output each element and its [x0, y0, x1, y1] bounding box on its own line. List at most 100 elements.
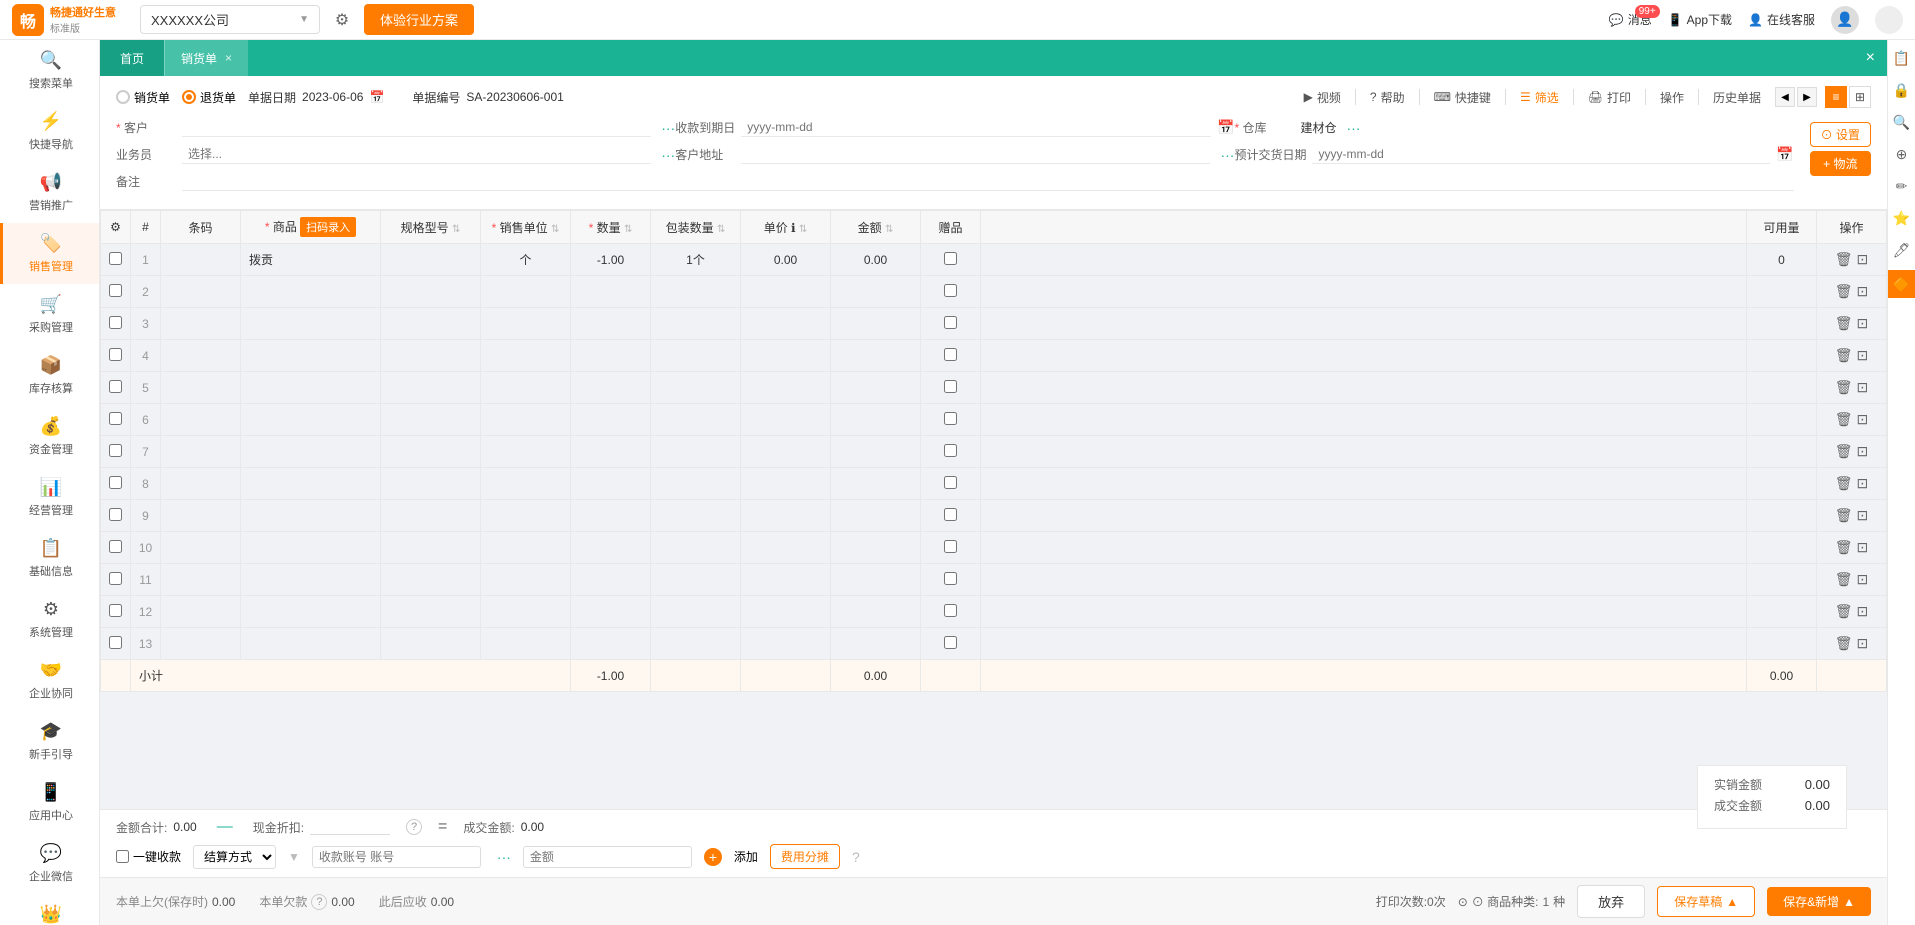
row-unit-price[interactable]: 0.00: [741, 244, 831, 276]
row-product[interactable]: [241, 468, 381, 500]
row-delete-icon[interactable]: 🗑: [1835, 315, 1853, 332]
row-copy-icon[interactable]: ⊡: [1857, 507, 1869, 524]
row-settings-cb[interactable]: [109, 604, 122, 617]
row-copy-icon[interactable]: ⊡: [1857, 571, 1869, 588]
row-spec[interactable]: [381, 276, 481, 308]
row-qty[interactable]: [571, 596, 651, 628]
row-barcode[interactable]: [161, 244, 241, 276]
row-unit-price[interactable]: [741, 500, 831, 532]
sidebar-item-appstore[interactable]: 📱 应用中心: [0, 772, 99, 833]
row-settings-cb[interactable]: [109, 508, 122, 521]
row-gift-cb[interactable]: [944, 572, 957, 585]
row-qty[interactable]: [571, 532, 651, 564]
row-settings-cb[interactable]: [109, 252, 122, 265]
row-pkg-qty[interactable]: [651, 276, 741, 308]
row-gift-cb[interactable]: [944, 284, 957, 297]
row-spec[interactable]: [381, 596, 481, 628]
row-barcode[interactable]: [161, 596, 241, 628]
row-product[interactable]: [241, 596, 381, 628]
row-unit[interactable]: [481, 308, 571, 340]
row-copy-icon[interactable]: ⊡: [1857, 411, 1869, 428]
row-spec[interactable]: [381, 628, 481, 660]
row-unit-price[interactable]: [741, 308, 831, 340]
row-desc[interactable]: [981, 244, 1747, 276]
row-amount[interactable]: [831, 404, 921, 436]
float-btn-2[interactable]: 🔒: [1890, 78, 1914, 102]
salesperson-input[interactable]: [182, 145, 651, 164]
row-pkg-qty[interactable]: [651, 468, 741, 500]
row-barcode[interactable]: [161, 276, 241, 308]
grid-view-btn[interactable]: ⊞: [1849, 86, 1871, 108]
row-spec[interactable]: [381, 404, 481, 436]
row-unit[interactable]: [481, 372, 571, 404]
row-pkg-qty[interactable]: [651, 404, 741, 436]
print-btn[interactable]: 🖨 打印: [1582, 87, 1637, 108]
row-pkg-qty[interactable]: [651, 564, 741, 596]
payment-help-icon[interactable]: ?: [852, 849, 860, 865]
row-gift-cb[interactable]: [944, 412, 957, 425]
row-spec[interactable]: [381, 500, 481, 532]
row-gift-cb[interactable]: [944, 444, 957, 457]
row-unit-price[interactable]: [741, 340, 831, 372]
row-product[interactable]: [241, 372, 381, 404]
shortcut-btn[interactable]: ⌨ 快捷键: [1428, 87, 1497, 108]
row-unit[interactable]: 个: [481, 244, 571, 276]
row-unit[interactable]: [481, 468, 571, 500]
row-gift-cb[interactable]: [944, 636, 957, 649]
sidebar-item-guide[interactable]: 🎓 新手引导: [0, 711, 99, 772]
row-product[interactable]: [241, 436, 381, 468]
app-download-item[interactable]: 📱 App下载: [1668, 11, 1732, 28]
row-product[interactable]: [241, 628, 381, 660]
row-pkg-qty[interactable]: [651, 372, 741, 404]
float-btn-7[interactable]: 🖊: [1890, 238, 1914, 262]
row-delete-icon[interactable]: 🗑: [1835, 635, 1853, 652]
one-click-pay-checkbox[interactable]: 一键收款: [116, 848, 181, 865]
row-amount[interactable]: [831, 340, 921, 372]
remark-input[interactable]: [182, 172, 1794, 191]
tab-close-icon[interactable]: ×: [225, 52, 232, 64]
float-btn-orange[interactable]: 🔶: [1888, 270, 1915, 298]
row-spec[interactable]: [381, 340, 481, 372]
row-settings-cb[interactable]: [109, 316, 122, 329]
row-unit[interactable]: [481, 276, 571, 308]
row-qty[interactable]: [571, 276, 651, 308]
online-service-item[interactable]: 👤 在线客服: [1748, 11, 1815, 28]
row-qty[interactable]: [571, 564, 651, 596]
row-settings-cb[interactable]: [109, 476, 122, 489]
row-qty[interactable]: [571, 500, 651, 532]
row-qty[interactable]: [571, 308, 651, 340]
video-btn[interactable]: ▶ 视频: [1298, 87, 1347, 108]
sidebar-item-vip[interactable]: 👑 畅会员: [0, 894, 99, 925]
row-amount[interactable]: [831, 500, 921, 532]
row-amount[interactable]: [831, 564, 921, 596]
settings-action-btn[interactable]: ⊙ 设置: [1810, 122, 1871, 147]
row-amount[interactable]: [831, 436, 921, 468]
row-barcode[interactable]: [161, 500, 241, 532]
row-pkg-qty[interactable]: [651, 500, 741, 532]
row-delete-icon[interactable]: 🗑: [1835, 475, 1853, 492]
row-qty[interactable]: [571, 468, 651, 500]
sidebar-item-purchase[interactable]: 🛒 采购管理: [0, 284, 99, 345]
float-btn-1[interactable]: 📋: [1890, 46, 1914, 70]
row-desc[interactable]: [981, 308, 1747, 340]
row-delete-icon[interactable]: 🗑: [1835, 507, 1853, 524]
row-amount[interactable]: [831, 308, 921, 340]
help-btn[interactable]: ? 帮助: [1364, 87, 1411, 108]
row-unit[interactable]: [481, 340, 571, 372]
row-desc[interactable]: [981, 404, 1747, 436]
sidebar-item-shortcut[interactable]: ⚡ 快捷导航: [0, 101, 99, 162]
row-desc[interactable]: [981, 564, 1747, 596]
prev-arrow[interactable]: ◀: [1775, 87, 1795, 107]
row-pkg-qty[interactable]: [651, 308, 741, 340]
row-copy-icon[interactable]: ⊡: [1857, 603, 1869, 620]
row-settings-cb[interactable]: [109, 412, 122, 425]
row-amount[interactable]: [831, 628, 921, 660]
owe-help-icon[interactable]: ?: [311, 894, 327, 910]
row-copy-icon[interactable]: ⊡: [1857, 251, 1869, 268]
row-product[interactable]: [241, 340, 381, 372]
salesperson-more-icon[interactable]: ···: [661, 147, 675, 163]
row-gift-cb[interactable]: [944, 508, 957, 521]
company-selector[interactable]: XXXXXX公司 ▼: [140, 5, 320, 34]
row-barcode[interactable]: [161, 628, 241, 660]
th-settings[interactable]: ⚙: [101, 211, 131, 244]
